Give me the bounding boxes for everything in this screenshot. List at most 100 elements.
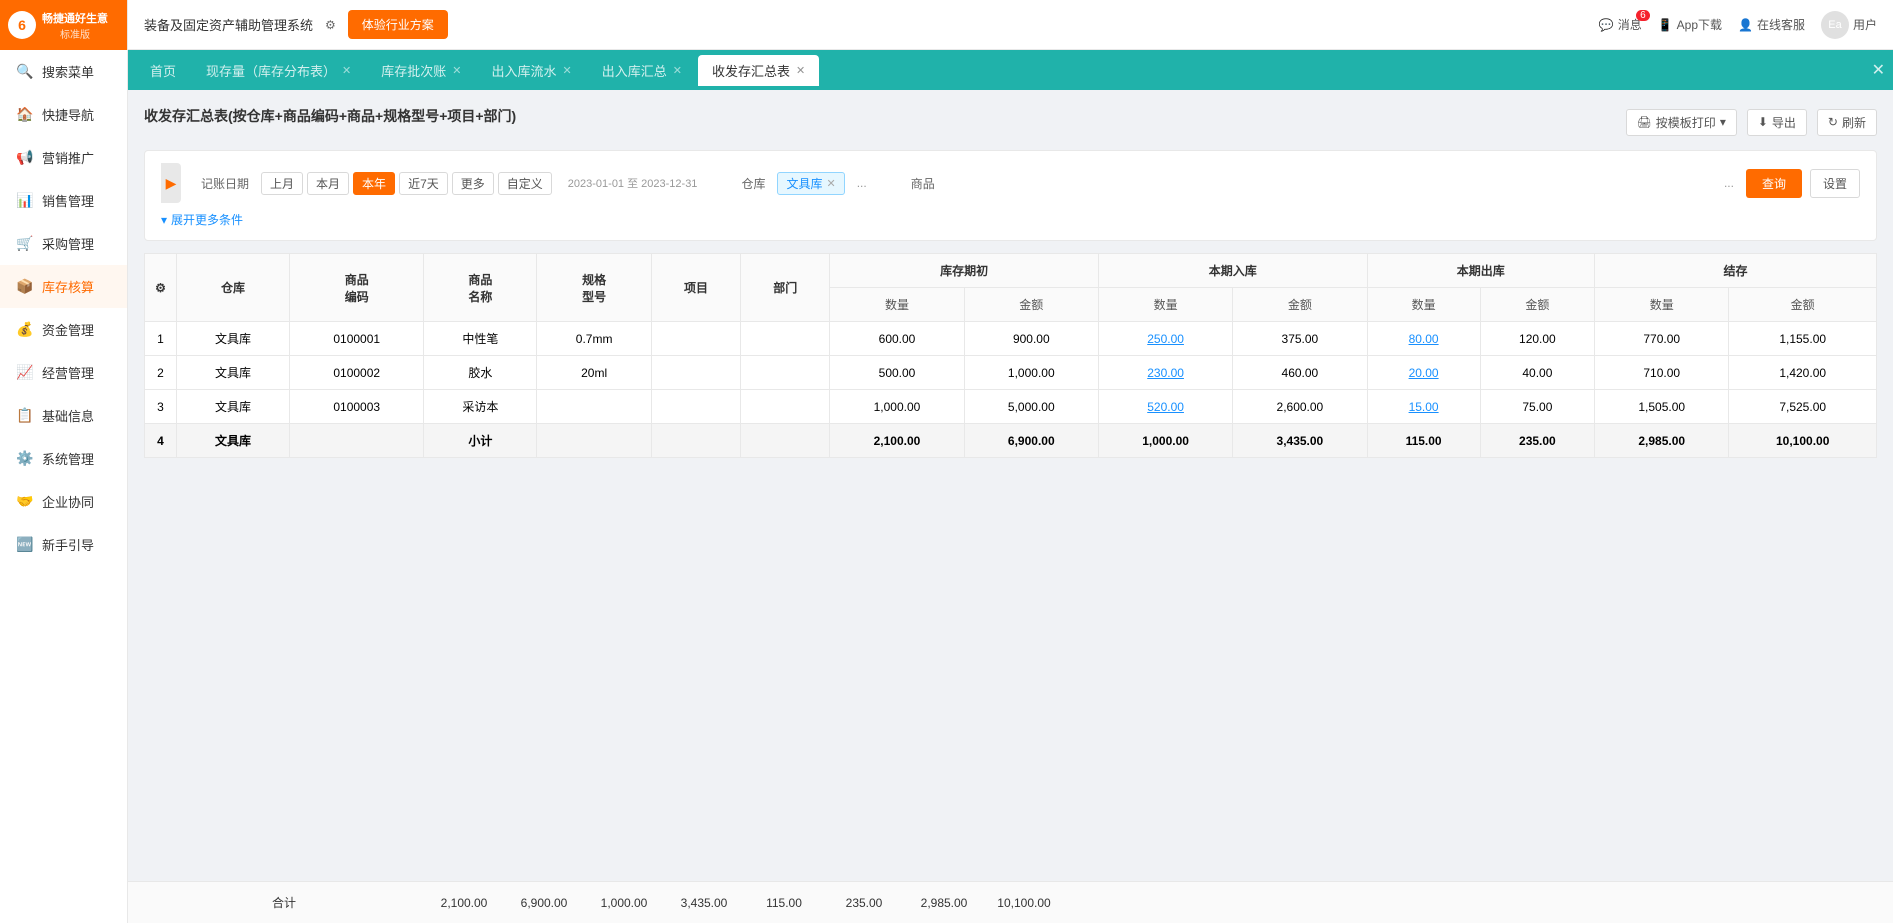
warehouse-more[interactable]: ...	[857, 176, 867, 190]
col-out-header: 本期出库	[1367, 254, 1595, 288]
sidebar-item-system[interactable]: ⚙️ 系统管理	[0, 437, 127, 480]
row-open-qty: 600.00	[830, 322, 964, 356]
row-in-qty[interactable]: 520.00	[1098, 390, 1232, 424]
row-project	[651, 322, 740, 356]
filter-row: ▶ 记账日期 上月 本月 本年 近7天 更多 自定义 2023-01-01 至 …	[161, 163, 1860, 203]
row-code: 0100001	[290, 322, 424, 356]
row-num: 1	[145, 322, 177, 356]
row-name: 采访本	[424, 390, 537, 424]
sidebar-item-finance[interactable]: 💰 资金管理	[0, 308, 127, 351]
sidebar-item-collab[interactable]: 🤝 企业协同	[0, 480, 127, 523]
sidebar-item-sales[interactable]: 📊 销售管理	[0, 179, 127, 222]
footer-out-qty: 115.00	[744, 896, 824, 910]
print-button[interactable]: 🖨 按模板打印 ▾	[1626, 109, 1737, 136]
logo-icon: 6	[8, 11, 36, 39]
online-service-action[interactable]: 👤 在线客服	[1738, 16, 1805, 33]
col-settings[interactable]: ⚙	[145, 254, 177, 322]
sidebar-item-quicknav[interactable]: 🏠 快捷导航	[0, 93, 127, 136]
tab-recv-send[interactable]: 收发存汇总表 ✕	[698, 55, 819, 86]
messages-badge: 6	[1636, 10, 1650, 21]
system-name: 装备及固定资产辅助管理系统	[144, 15, 313, 34]
row-dept	[741, 322, 830, 356]
opening-qty-header: 数量	[830, 288, 964, 322]
row-dept	[741, 356, 830, 390]
row-project	[651, 424, 740, 458]
tab-recv-send-close[interactable]: ✕	[796, 64, 805, 77]
tab-inout-flow[interactable]: 出入库流水 ✕	[477, 55, 585, 86]
date-btn-7days[interactable]: 近7天	[399, 172, 448, 195]
row-out-amt: 40.00	[1480, 356, 1594, 390]
home-icon: 🏠	[16, 106, 34, 123]
date-btn-this-year[interactable]: 本年	[353, 172, 395, 195]
tab-inout-summary-close[interactable]: ✕	[673, 64, 682, 77]
row-name: 中性笔	[424, 322, 537, 356]
sidebar-item-guide[interactable]: 🆕 新手引导	[0, 523, 127, 566]
warehouse-tag-value: 文具库	[786, 175, 822, 192]
row-in-qty[interactable]: 230.00	[1098, 356, 1232, 390]
row-in-qty[interactable]: 250.00	[1098, 322, 1232, 356]
date-btn-last-month[interactable]: 上月	[261, 172, 303, 195]
data-table: ⚙ 仓库 商品编码 商品名称 规格型号 项目 部门 库存期初 本期入库 本期出库…	[144, 253, 1877, 458]
export-label: 导出	[1772, 114, 1796, 131]
footer-label: 合计	[144, 894, 424, 911]
date-label: 记账日期	[201, 175, 249, 192]
tab-stock-dist[interactable]: 现存量（库存分布表） ✕	[192, 55, 365, 86]
sidebar-item-operations[interactable]: 📈 经营管理	[0, 351, 127, 394]
trial-button[interactable]: 体验行业方案	[348, 10, 448, 39]
tab-batch-close[interactable]: ✕	[452, 64, 461, 77]
row-out-qty[interactable]: 15.00	[1367, 390, 1480, 424]
messages-action[interactable]: 💬 消息 6	[1599, 16, 1642, 33]
row-warehouse: 文具库	[177, 356, 290, 390]
tab-inout-flow-close[interactable]: ✕	[563, 64, 572, 77]
app-download-action[interactable]: 📱 App下载	[1658, 16, 1722, 33]
tab-inout-summary[interactable]: 出入库汇总 ✕	[588, 55, 696, 86]
tab-stock-dist-close[interactable]: ✕	[342, 64, 351, 77]
export-button[interactable]: ⬇ 导出	[1747, 109, 1807, 136]
row-warehouse: 文具库	[177, 390, 290, 424]
user-action[interactable]: Ea 用户	[1821, 11, 1877, 39]
tab-home[interactable]: 首页	[136, 55, 190, 86]
warehouse-tag-close[interactable]: ✕	[826, 177, 835, 190]
inventory-icon: 📦	[16, 278, 34, 295]
setting-button[interactable]: 设置	[1810, 169, 1860, 198]
tabs-bar: 首页 现存量（库存分布表） ✕ 库存批次账 ✕ 出入库流水 ✕ 出入库汇总 ✕ …	[128, 50, 1893, 90]
col-closing-header: 结存	[1595, 254, 1877, 288]
date-btn-custom[interactable]: 自定义	[498, 172, 552, 195]
sidebar-item-basic[interactable]: 📋 基础信息	[0, 394, 127, 437]
row-close-amt: 10,100.00	[1729, 424, 1877, 458]
gear-icon[interactable]: ⚙	[325, 18, 336, 32]
app-logo: 6 畅捷通好生意 标准版	[0, 0, 127, 50]
col-in-header: 本期入库	[1098, 254, 1367, 288]
col-spec-header: 规格型号	[537, 254, 651, 322]
expand-arrow[interactable]: ▶	[161, 163, 181, 203]
row-code: 0100003	[290, 390, 424, 424]
guide-icon: 🆕	[16, 536, 34, 553]
row-close-qty: 2,985.00	[1595, 424, 1729, 458]
in-amt-header: 金额	[1233, 288, 1367, 322]
goods-more[interactable]: ...	[1724, 176, 1734, 190]
footer-close-amt: 10,100.00	[984, 896, 1064, 910]
sidebar-item-search[interactable]: 🔍 搜索菜单	[0, 50, 127, 93]
sidebar-menu: 🔍 搜索菜单 🏠 快捷导航 📢 营销推广 📊 销售管理 🛒 采购管理 📦 库存核…	[0, 50, 127, 923]
tab-batch[interactable]: 库存批次账 ✕	[367, 55, 475, 86]
row-out-qty[interactable]: 80.00	[1367, 322, 1480, 356]
sidebar-item-marketing[interactable]: 📢 营销推广	[0, 136, 127, 179]
row-project	[651, 356, 740, 390]
query-button[interactable]: 查询	[1746, 169, 1802, 198]
sidebar-item-inventory[interactable]: 📦 库存核算	[0, 265, 127, 308]
content-wrapper: 收发存汇总表(按仓库+商品编码+商品+规格型号+项目+部门) 🖨 按模板打印 ▾…	[128, 90, 1893, 923]
expand-more-btn[interactable]: ▾ 展开更多条件	[161, 211, 1860, 228]
goods-label: 商品	[911, 175, 935, 192]
sidebar-item-label: 资金管理	[42, 320, 94, 339]
row-out-qty[interactable]: 20.00	[1367, 356, 1480, 390]
row-name: 胶水	[424, 356, 537, 390]
online-service-label: 在线客服	[1757, 16, 1805, 33]
tabs-close-all[interactable]: ✕	[1872, 60, 1885, 80]
date-btn-this-month[interactable]: 本月	[307, 172, 349, 195]
sidebar-item-purchase[interactable]: 🛒 采购管理	[0, 222, 127, 265]
tab-home-label: 首页	[150, 61, 176, 80]
phone-icon: 📱	[1658, 18, 1673, 32]
refresh-button[interactable]: ↻ 刷新	[1817, 109, 1877, 136]
operations-icon: 📈	[16, 364, 34, 381]
date-btn-more[interactable]: 更多	[452, 172, 494, 195]
